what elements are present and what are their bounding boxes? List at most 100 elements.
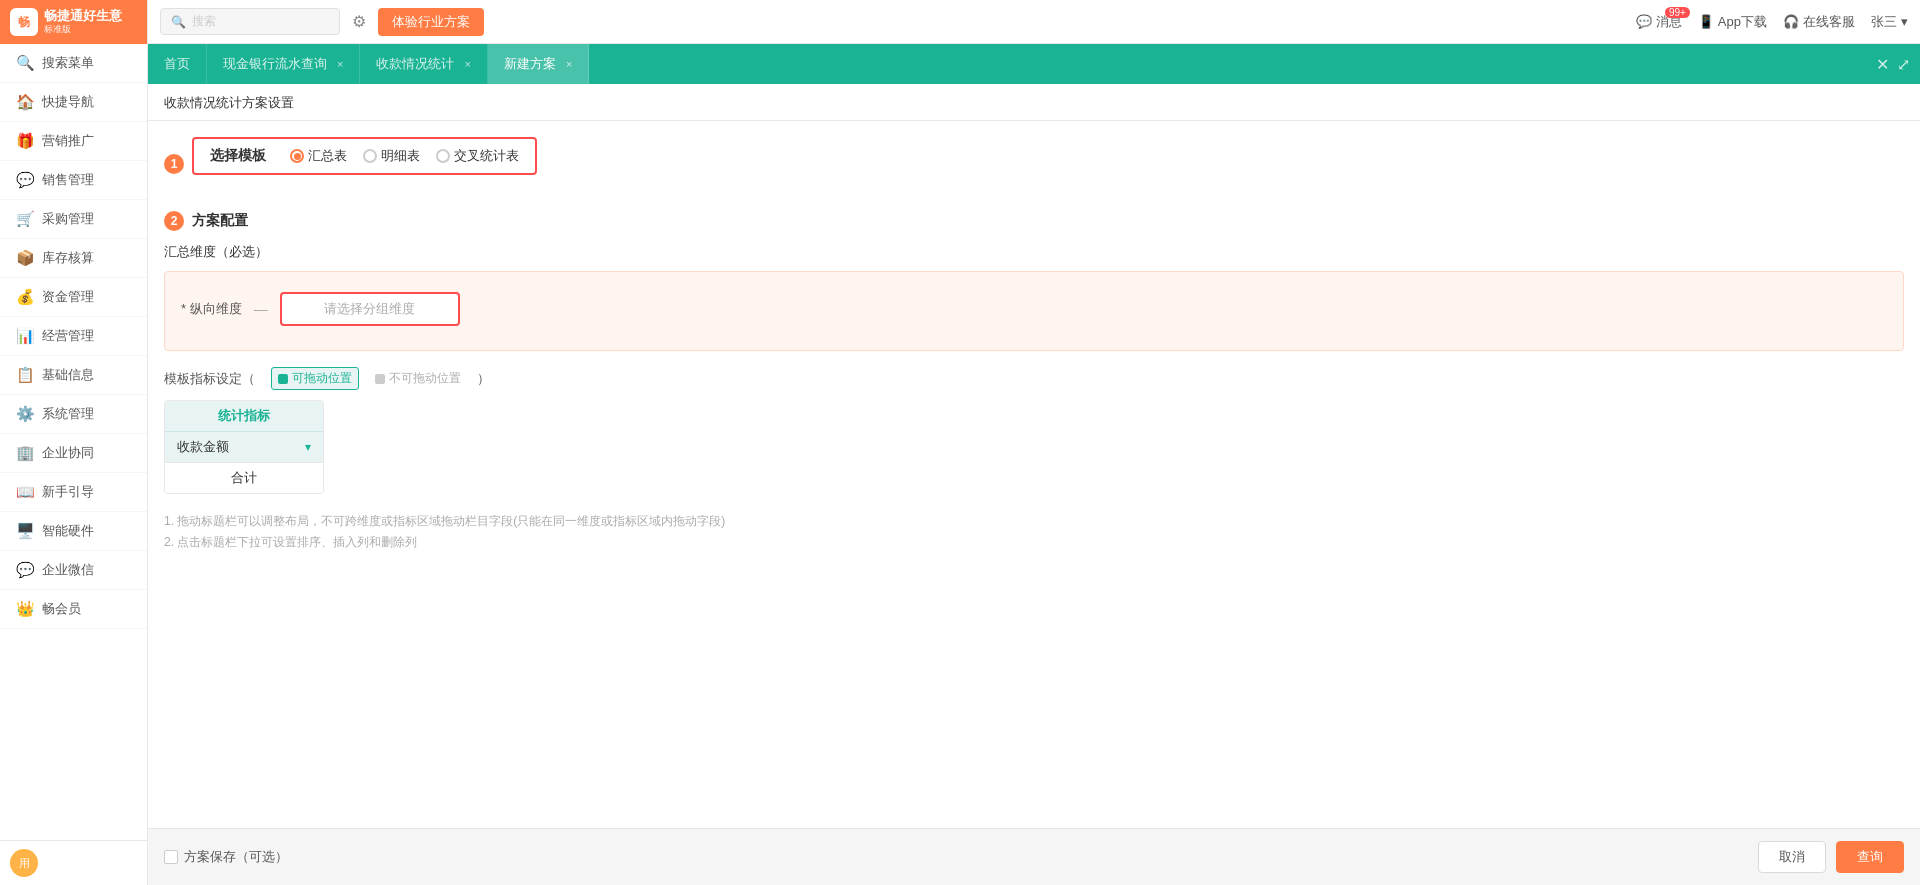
- indicator-title-prefix: 模板指标设定（: [164, 370, 255, 388]
- tab-new-plan[interactable]: 新建方案 ×: [488, 44, 589, 84]
- sidebar-item-label: 销售管理: [42, 171, 94, 189]
- dimension-placeholder: 请选择分组维度: [324, 300, 415, 318]
- footer-actions: 取消 查询: [1758, 841, 1904, 873]
- sidebar-bottom: 用: [0, 840, 147, 885]
- sidebar-item-label: 营销推广: [42, 132, 94, 150]
- sidebar-item-finance[interactable]: 💰 资金管理: [0, 278, 147, 317]
- sidebar-item-label: 基础信息: [42, 366, 94, 384]
- query-button[interactable]: 查询: [1836, 841, 1904, 873]
- logo-badge: 标准版: [44, 23, 122, 36]
- radio-detail-circle: [363, 149, 377, 163]
- sidebar-item-quick-nav[interactable]: 🏠 快捷导航: [0, 83, 147, 122]
- radio-summary-circle: [290, 149, 304, 163]
- app-icon: 📱: [1698, 14, 1714, 29]
- tip-line-1: 1. 拖动标题栏可以调整布局，不可跨维度或指标区域拖动栏目字段(只能在同一维度或…: [164, 513, 1904, 530]
- sidebar-item-wechat[interactable]: 💬 企业微信: [0, 551, 147, 590]
- finance-icon: 💰: [16, 288, 34, 306]
- sidebar-item-label: 采购管理: [42, 210, 94, 228]
- indicator-row-collect-amount[interactable]: 收款金额 ▾: [165, 431, 323, 462]
- indicator-table-header: 统计指标: [165, 401, 323, 431]
- radio-cross[interactable]: 交叉统计表: [436, 147, 519, 165]
- tab-bank-flow-label: 现金银行流水查询: [223, 55, 327, 73]
- tab-home-label: 首页: [164, 55, 190, 73]
- sidebar-item-marketing[interactable]: 🎁 营销推广: [0, 122, 147, 161]
- tab-bank-flow[interactable]: 现金银行流水查询 ×: [207, 44, 360, 84]
- section2: 2 方案配置 汇总维度（必选） * 纵向维度 — 请选择分组维度: [164, 211, 1904, 551]
- sidebar-item-label: 经营管理: [42, 327, 94, 345]
- tips-section: 1. 拖动标题栏可以调整布局，不可跨维度或指标区域拖动栏目字段(只能在同一维度或…: [164, 513, 1904, 551]
- message-icon: 💬: [1636, 14, 1652, 29]
- app-download-btn[interactable]: 📱 App下载: [1698, 13, 1767, 31]
- tabs-actions: ✕ ⤢: [1866, 55, 1920, 74]
- sidebar-item-label: 库存核算: [42, 249, 94, 267]
- radio-summary[interactable]: 汇总表: [290, 147, 347, 165]
- sidebar-item-operations[interactable]: 📊 经营管理: [0, 317, 147, 356]
- sidebar-item-enterprise[interactable]: 🏢 企业协同: [0, 434, 147, 473]
- radio-detail-label: 明细表: [381, 147, 420, 165]
- chart-icon: 📊: [16, 327, 34, 345]
- home-icon: 🏠: [16, 93, 34, 111]
- avatar: 用: [10, 849, 38, 877]
- page-content: 1 选择模板 汇总表 明细表: [148, 121, 1920, 828]
- sidebar-item-sales[interactable]: 💬 销售管理: [0, 161, 147, 200]
- tab-collect-stats[interactable]: 收款情况统计 ×: [360, 44, 487, 84]
- sidebar-item-sys-admin[interactable]: ⚙️ 系统管理: [0, 395, 147, 434]
- dimension-selector[interactable]: 请选择分组维度: [280, 292, 460, 326]
- radio-summary-label: 汇总表: [308, 147, 347, 165]
- tab-home[interactable]: 首页: [148, 44, 207, 84]
- tab-new-plan-close[interactable]: ×: [566, 58, 572, 70]
- main-area: 🔍 搜索 ⚙ 体验行业方案 💬 消息 99+ 📱 App下载 🎧 在线客服 张三…: [148, 0, 1920, 885]
- building-icon: 🏢: [16, 444, 34, 462]
- template-selection-box: 选择模板 汇总表 明细表 交叉统计表: [192, 137, 537, 175]
- section1-row: 1 选择模板 汇总表 明细表: [164, 137, 1904, 191]
- close-window-icon[interactable]: ✕: [1876, 55, 1889, 74]
- topbar: 🔍 搜索 ⚙ 体验行业方案 💬 消息 99+ 📱 App下载 🎧 在线客服 张三…: [148, 0, 1920, 44]
- indicator-total-row: 合计: [165, 462, 323, 493]
- settings-icon: ⚙️: [16, 405, 34, 423]
- tab-bank-flow-close[interactable]: ×: [337, 58, 343, 70]
- sidebar-item-smart-hw[interactable]: 🖥️ 智能硬件: [0, 512, 147, 551]
- expand-window-icon[interactable]: ⤢: [1897, 55, 1910, 74]
- save-checkbox[interactable]: 方案保存（可选）: [164, 848, 288, 866]
- sidebar-item-members[interactable]: 👑 畅会员: [0, 590, 147, 629]
- industry-btn[interactable]: 体验行业方案: [378, 8, 484, 36]
- template-label: 选择模板: [210, 147, 266, 165]
- dimension-title: 汇总维度（必选）: [164, 243, 1904, 261]
- message-count: 99+: [1665, 7, 1690, 18]
- sidebar-item-purchase[interactable]: 🛒 采购管理: [0, 200, 147, 239]
- non-draggable-badge: 不可拖动位置: [375, 370, 461, 387]
- gear-icon[interactable]: ⚙: [352, 12, 366, 31]
- online-service-btn[interactable]: 🎧 在线客服: [1783, 13, 1855, 31]
- radio-detail[interactable]: 明细表: [363, 147, 420, 165]
- book-icon: 📖: [16, 483, 34, 501]
- tab-collect-stats-close[interactable]: ×: [464, 58, 470, 70]
- save-checkbox-box[interactable]: [164, 850, 178, 864]
- sidebar-item-label: 智能硬件: [42, 522, 94, 540]
- topbar-right: 💬 消息 99+ 📱 App下载 🎧 在线客服 张三 ▾: [1636, 13, 1908, 31]
- sidebar-item-label: 新手引导: [42, 483, 94, 501]
- save-checkbox-label: 方案保存（可选）: [184, 848, 288, 866]
- tab-new-plan-label: 新建方案: [504, 55, 556, 73]
- dropdown-arrow-icon[interactable]: ▾: [305, 440, 311, 454]
- search-box[interactable]: 🔍 搜索: [160, 8, 340, 35]
- box-icon: 📦: [16, 249, 34, 267]
- section2-title: 方案配置: [192, 212, 248, 230]
- service-icon: 🎧: [1783, 14, 1799, 29]
- sidebar-item-label: 企业协同: [42, 444, 94, 462]
- tab-bar: 首页 现金银行流水查询 × 收款情况统计 × 新建方案 × ✕ ⤢: [148, 44, 1920, 84]
- logo-icon: 畅: [10, 8, 38, 36]
- message-btn[interactable]: 💬 消息 99+: [1636, 13, 1682, 31]
- sidebar-item-inventory[interactable]: 📦 库存核算: [0, 239, 147, 278]
- sidebar-item-search-menu[interactable]: 🔍 搜索菜单: [0, 44, 147, 83]
- cancel-button[interactable]: 取消: [1758, 841, 1826, 873]
- draggable-badge: 可拖动位置: [271, 367, 359, 390]
- dimension-row: * 纵向维度 — 请选择分组维度: [181, 292, 1887, 326]
- sidebar-item-label: 系统管理: [42, 405, 94, 423]
- user-menu[interactable]: 张三 ▾: [1871, 13, 1908, 31]
- sidebar-item-basic-info[interactable]: 📋 基础信息: [0, 356, 147, 395]
- vertical-dimension-label: * 纵向维度: [181, 300, 242, 318]
- app-download-label: App下载: [1718, 13, 1767, 31]
- sidebar-item-beginner[interactable]: 📖 新手引导: [0, 473, 147, 512]
- gift-icon: 🎁: [16, 132, 34, 150]
- indicator-config: 模板指标设定（ 可拖动位置 不可拖动位置 ） 统计指标 收款金额: [164, 367, 1904, 497]
